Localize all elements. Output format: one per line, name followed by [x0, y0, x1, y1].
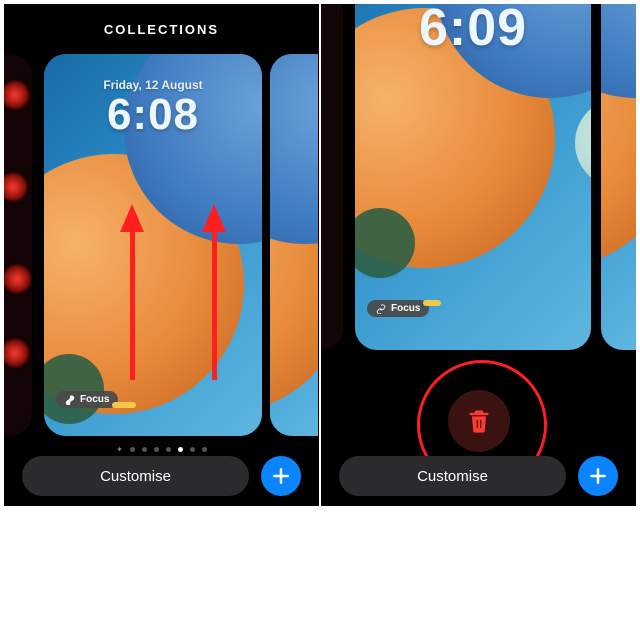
- plus-icon: [271, 466, 291, 486]
- focus-chip[interactable]: Focus: [56, 391, 118, 408]
- page-dot: [190, 447, 195, 452]
- phone-right: 6:09 Focus Customise: [321, 4, 636, 506]
- customise-label: Customise: [100, 468, 171, 485]
- customise-button[interactable]: Customise: [339, 456, 566, 496]
- focus-label: Focus: [391, 303, 420, 314]
- wallpaper-card[interactable]: Friday, 12 August 6:08 Focus: [44, 54, 262, 436]
- add-button[interactable]: [578, 456, 618, 496]
- plus-icon: [588, 466, 608, 486]
- page-dots: ✦: [4, 447, 319, 452]
- collections-header: COLLECTIONS: [4, 22, 319, 37]
- wallpaper-peek-right[interactable]: [601, 4, 636, 350]
- link-icon: [65, 395, 75, 405]
- focus-chip[interactable]: Focus: [367, 300, 429, 317]
- customise-label: Customise: [417, 468, 488, 485]
- add-button[interactable]: [261, 456, 301, 496]
- dot-add-icon: ✦: [116, 447, 123, 452]
- customise-button[interactable]: Customise: [22, 456, 249, 496]
- page-dot: [154, 447, 159, 452]
- lockscreen-time: 6:09: [355, 4, 591, 58]
- page-dot: [142, 447, 147, 452]
- wallpaper-peek-left[interactable]: [321, 4, 343, 350]
- trash-icon: [465, 407, 493, 435]
- link-icon: [376, 304, 386, 314]
- wallpaper-peek-left[interactable]: [4, 54, 32, 436]
- page-dot: [202, 447, 207, 452]
- wallpaper-peek-right[interactable]: [270, 54, 318, 436]
- focus-chip-accent[interactable]: [423, 300, 441, 306]
- page-dot-active: [178, 447, 183, 452]
- focus-label: Focus: [80, 394, 109, 405]
- lockscreen-time: 6:08: [44, 90, 262, 140]
- page-dot: [166, 447, 171, 452]
- delete-wallpaper-button[interactable]: [448, 390, 510, 452]
- phone-left: COLLECTIONS Friday, 12 August 6:08 Focus: [4, 4, 319, 506]
- page-dot: [130, 447, 135, 452]
- wallpaper-card-raised[interactable]: 6:09: [355, 4, 591, 350]
- focus-chip-accent[interactable]: [112, 402, 136, 408]
